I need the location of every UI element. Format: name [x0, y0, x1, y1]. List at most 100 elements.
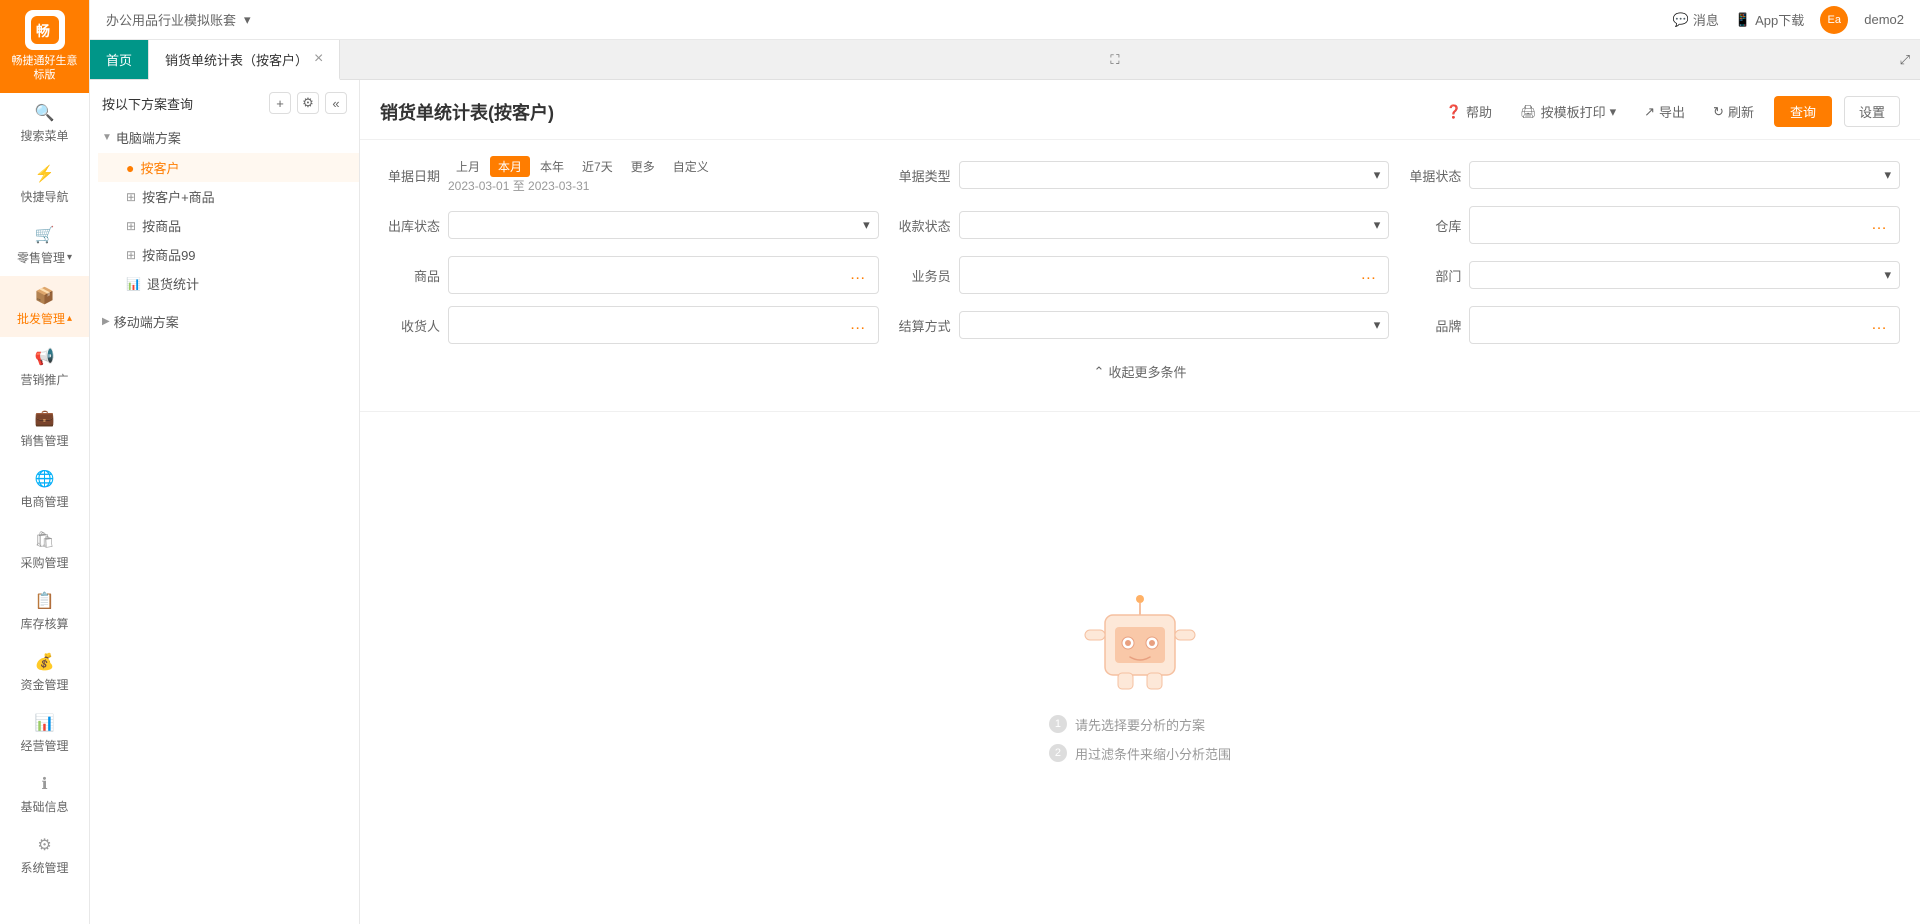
message-btn[interactable]: 💬 消息	[1673, 10, 1719, 29]
right-panel: 销货单统计表(按客户) ❓ 帮助 🖨 按模板打印 ▾ ↗ 导出	[360, 80, 1920, 924]
user-avatar[interactable]: Ea	[1820, 6, 1848, 34]
topbar-left: 办公用品行业模拟账套 ▾	[106, 10, 251, 29]
tab-fullscreen-btn[interactable]: ⤢	[1890, 40, 1920, 79]
date-tab-7days[interactable]: 近7天	[574, 156, 621, 177]
refresh-btn[interactable]: ↻ 刷新	[1705, 98, 1762, 125]
status-label: 单据状态	[1401, 166, 1461, 185]
sidebar-item-finance[interactable]: 💰 资金管理	[0, 642, 89, 703]
tree-pc-section[interactable]: ▼ 电脑端方案	[90, 122, 359, 153]
product-dots-icon[interactable]: …	[846, 262, 870, 288]
brand-dots-icon[interactable]: …	[1867, 312, 1891, 338]
collapse-panel-btn[interactable]: «	[325, 92, 347, 114]
receiver-label: 收货人	[380, 316, 440, 335]
settings-scheme-btn[interactable]: ⚙	[297, 92, 319, 114]
staff-dots-icon[interactable]: …	[1356, 262, 1380, 288]
date-range: 2023-03-01 至 2023-03-31	[448, 177, 879, 194]
sidebar-item-retail[interactable]: 🛒 零售管理▾	[0, 215, 89, 276]
type-select[interactable]: ▾	[959, 161, 1390, 189]
filter-type-item: 单据类型 ▾	[891, 161, 1390, 189]
staff-label: 业务员	[891, 266, 951, 285]
marketing-icon: 📢	[35, 347, 55, 367]
logo-text: 畅捷通好生意 标版	[12, 54, 78, 83]
receiver-dots-icon[interactable]: …	[846, 312, 870, 338]
brand-select[interactable]: …	[1469, 306, 1900, 344]
type-label: 单据类型	[891, 166, 951, 185]
scheme-by-customer[interactable]: ● 按客户	[98, 153, 359, 182]
scheme-by-product-99[interactable]: ⊞ 按商品99	[98, 240, 359, 269]
sidebar-item-marketing[interactable]: 📢 营销推广	[0, 337, 89, 398]
chevron-down-icon-4: ▾	[1374, 217, 1381, 233]
status-select[interactable]: ▾	[1469, 161, 1900, 189]
out-status-select[interactable]: ▾	[448, 211, 879, 239]
sidebar-item-wholesale[interactable]: 📦 批发管理▴	[0, 276, 89, 337]
sidebar-item-purchase[interactable]: 🛍 采购管理	[0, 520, 89, 581]
tab-close-btn[interactable]: ×	[314, 51, 323, 67]
date-tab-this-year[interactable]: 本年	[532, 156, 572, 177]
settle-select[interactable]: ▾	[959, 311, 1390, 339]
sidebar-item-system[interactable]: ⚙ 系统管理	[0, 825, 89, 886]
dropdown-arrow[interactable]: ▾	[244, 12, 251, 28]
sidebar-item-label: 采购管理	[20, 554, 68, 571]
staff-select[interactable]: …	[959, 256, 1390, 294]
filter-row-3: 商品 … 业务员 … 部门	[380, 256, 1900, 294]
content-area: 按以下方案查询 + ⚙ « ▼ 电脑端方案 ● 按客户 ⊞	[90, 80, 1920, 924]
date-tab-last-month[interactable]: 上月	[448, 156, 488, 177]
chevron-up-icon: ⌃	[1094, 364, 1105, 380]
chevron-down-icon-3: ▾	[863, 217, 870, 233]
settings-btn[interactable]: 设置	[1844, 96, 1900, 127]
date-tab-this-month[interactable]: 本月	[490, 156, 530, 177]
sidebar-item-basic[interactable]: ℹ 基础信息	[0, 764, 89, 825]
filter-row-4: 收货人 … 结算方式 ▾ 品牌	[380, 306, 1900, 344]
sidebar: 畅 畅捷通好生意 标版 🔍 搜索菜单 ⚡ 快捷导航 🛒 零售管理▾ 📦 批发管理…	[0, 0, 90, 924]
topbar: 办公用品行业模拟账套 ▾ 💬 消息 📱 App下载 Ea demo2	[90, 0, 1920, 40]
sidebar-item-ecommerce[interactable]: 🌐 电商管理	[0, 459, 89, 520]
app-download-btn[interactable]: 📱 App下载	[1735, 10, 1804, 29]
tab-home-label: 首页	[106, 50, 132, 69]
scheme-by-customer-product[interactable]: ⊞ 按客户+商品	[98, 182, 359, 211]
ecommerce-icon: 🌐	[35, 469, 55, 489]
sidebar-item-operation[interactable]: 📊 经营管理	[0, 703, 89, 764]
dots-icon[interactable]: …	[1867, 212, 1891, 238]
scheme-return-stats[interactable]: 📊 退货统计	[98, 269, 359, 298]
sidebar-item-label: 基础信息	[20, 798, 68, 815]
add-scheme-btn[interactable]: +	[269, 92, 291, 114]
tab-home[interactable]: 首页	[90, 40, 149, 79]
query-btn[interactable]: 查询	[1774, 96, 1832, 127]
tab-sales-label: 销货单统计表（按客户）	[165, 50, 308, 69]
sidebar-item-sales[interactable]: 💼 销售管理	[0, 398, 89, 459]
scheme-label: 退货统计	[147, 274, 199, 293]
pc-section-label: 电脑端方案	[116, 128, 181, 147]
page-title: 销货单统计表(按客户)	[380, 99, 554, 125]
filter-out-status-item: 出库状态 ▾	[380, 211, 879, 239]
user-name: demo2	[1864, 12, 1904, 27]
tree-mobile-section[interactable]: ▶ 移动端方案	[90, 306, 359, 337]
warehouse-select[interactable]: …	[1469, 206, 1900, 244]
system-icon: ⚙	[35, 835, 55, 855]
filter-date-item: 单据日期 上月 本月 本年 近7天 更多 自定义 2023-03-01 至 20…	[380, 156, 879, 194]
tab-expand-btn[interactable]: ⛶	[1100, 40, 1129, 79]
logo-area[interactable]: 畅 畅捷通好生意 标版	[0, 0, 89, 93]
receiver-select[interactable]: …	[448, 306, 879, 344]
filter-section: 单据日期 上月 本月 本年 近7天 更多 自定义 2023-03-01 至 20…	[360, 140, 1920, 407]
dept-select[interactable]: ▾	[1469, 261, 1900, 289]
collapse-more-btn[interactable]: ⌃ 收起更多条件	[1088, 356, 1193, 387]
basic-icon: ℹ	[35, 774, 55, 794]
sidebar-item-label: 营销推广	[20, 371, 68, 388]
export-btn[interactable]: ↗ 导出	[1636, 98, 1693, 125]
scheme-by-product[interactable]: ⊞ 按商品	[98, 211, 359, 240]
product-select[interactable]: …	[448, 256, 879, 294]
help-btn[interactable]: ❓ 帮助	[1438, 98, 1500, 125]
print-dropdown-icon: ▾	[1610, 104, 1617, 120]
sidebar-item-quick-nav[interactable]: ⚡ 快捷导航	[0, 154, 89, 215]
dept-label: 部门	[1401, 266, 1461, 285]
sidebar-item-inventory[interactable]: 📋 库存核算	[0, 581, 89, 642]
sidebar-item-search[interactable]: 🔍 搜索菜单	[0, 93, 89, 154]
date-tab-more[interactable]: 更多	[623, 156, 663, 177]
search-icon: 🔍	[35, 103, 55, 123]
date-tab-custom[interactable]: 自定义	[665, 156, 717, 177]
tabbar: 首页 销货单统计表（按客户） × ⛶ ⤢	[90, 40, 1920, 80]
pay-status-select[interactable]: ▾	[959, 211, 1390, 239]
print-btn[interactable]: 🖨 按模板打印 ▾	[1512, 98, 1624, 125]
empty-illustration	[1080, 575, 1200, 695]
tab-sales-report[interactable]: 销货单统计表（按客户） ×	[149, 40, 340, 80]
